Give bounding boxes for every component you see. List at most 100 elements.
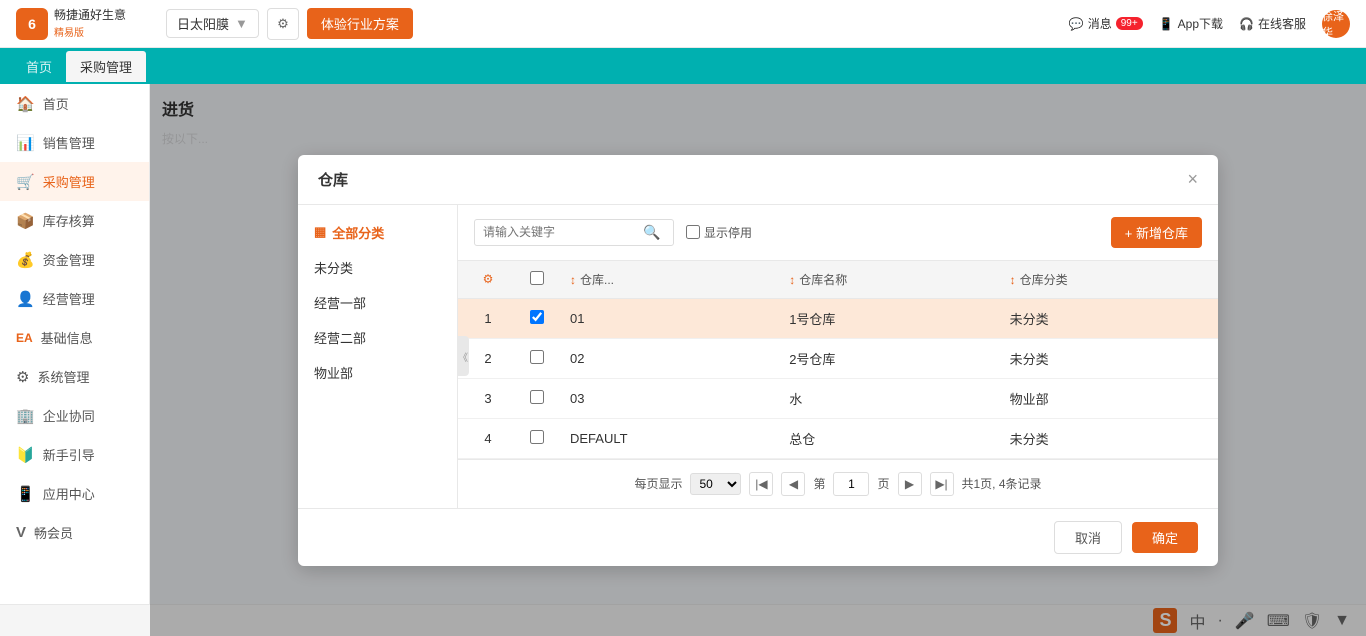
category-item-all[interactable]: ▦ 全部分类: [298, 215, 457, 250]
table-row[interactable]: 3 03 水 物业部: [458, 378, 1218, 418]
sidebar-item-finance[interactable]: 💰 资金管理: [0, 240, 149, 279]
row-checkbox[interactable]: [530, 390, 544, 404]
customer-service-item[interactable]: 🎧 在线客服: [1239, 15, 1306, 32]
nav-tab-purchase[interactable]: 采购管理: [66, 51, 146, 82]
sidebar-item-sales[interactable]: 📊 销售管理: [0, 123, 149, 162]
sidebar-item-home[interactable]: 🏠 首页: [0, 84, 149, 123]
row-name: 水: [777, 378, 997, 418]
sidebar-item-purchase[interactable]: 🛒 采购管理: [0, 162, 149, 201]
nav-tab-home[interactable]: 首页: [12, 51, 66, 82]
main-layout: 🏠 首页 📊 销售管理 🛒 采购管理 📦 库存核算 💰 资金管理 👤 经营管理 …: [0, 84, 1366, 636]
show-disabled-label: 显示停用: [686, 224, 752, 241]
row-category: 未分类: [998, 418, 1218, 458]
sidebar-item-operations[interactable]: 👤 经营管理: [0, 279, 149, 318]
store-selector[interactable]: 日太阳膜 ▼: [166, 9, 259, 38]
category-sidebar: ▦ 全部分类 未分类 经营一部 经营二部 物业部: [298, 205, 458, 508]
settings-button[interactable]: ⚙: [267, 8, 299, 40]
show-disabled-checkbox[interactable]: [686, 225, 700, 239]
table-toolbar: 🔍 显示停用 + 新增仓库: [458, 205, 1218, 261]
cat-item-label: 经营二部: [314, 328, 366, 347]
notification-item[interactable]: 💬 消息 99+: [1069, 15, 1143, 32]
row-checkbox-cell: [518, 378, 558, 418]
cat-item-label: 全部分类: [332, 223, 384, 242]
trial-button[interactable]: 体验行业方案: [307, 8, 413, 39]
sidebar-item-member[interactable]: V 畅会员: [0, 513, 149, 552]
sidebar-item-label: 销售管理: [43, 133, 95, 152]
page-input[interactable]: [833, 472, 869, 496]
table-row[interactable]: 4 DEFAULT 总仓 未分类: [458, 418, 1218, 458]
sidebar: 🏠 首页 📊 销售管理 🛒 采购管理 📦 库存核算 💰 资金管理 👤 经营管理 …: [0, 84, 150, 636]
row-num: 3: [458, 378, 518, 418]
sidebar-item-inventory[interactable]: 📦 库存核算: [0, 201, 149, 240]
category-item-property[interactable]: 物业部: [298, 355, 457, 390]
select-all-checkbox[interactable]: [530, 271, 544, 285]
search-icon[interactable]: 🔍: [643, 224, 660, 241]
row-name: 2号仓库: [777, 338, 997, 378]
cancel-button[interactable]: 取消: [1054, 521, 1122, 554]
add-warehouse-button[interactable]: + 新增仓库: [1111, 217, 1202, 248]
prev-page-button[interactable]: ◀: [781, 472, 805, 496]
search-input[interactable]: [483, 225, 643, 239]
user-item[interactable]: 徐泽华: [1322, 10, 1350, 38]
row-num: 4: [458, 418, 518, 458]
header-middle: 日太阳膜 ▼ ⚙ 体验行业方案: [166, 8, 1069, 40]
next-page-button[interactable]: ▶: [898, 472, 922, 496]
per-page-select[interactable]: 50 100 200: [690, 473, 741, 495]
purchase-icon: 🛒: [16, 173, 35, 191]
category-item-ops1[interactable]: 经营一部: [298, 285, 457, 320]
th-name: ↕仓库名称: [777, 261, 997, 299]
category-item-none[interactable]: 未分类: [298, 250, 457, 285]
sidebar-item-enterprise[interactable]: 🏢 企业协同: [0, 396, 149, 435]
modal-header: 仓库 ×: [298, 155, 1218, 205]
settings-col-icon: ⚙: [483, 272, 494, 286]
th-category: ↕仓库分类: [998, 261, 1218, 299]
row-checkbox[interactable]: [530, 430, 544, 444]
row-checkbox[interactable]: [530, 350, 544, 364]
sidebar-item-system[interactable]: ⚙ 系统管理: [0, 357, 149, 396]
finance-icon: 💰: [16, 251, 35, 269]
sidebar-item-label: 畅会员: [34, 523, 73, 542]
category-collapse-button[interactable]: 《: [457, 336, 469, 376]
header-right: 💬 消息 99+ 📱 App下载 🎧 在线客服 徐泽华: [1069, 10, 1350, 38]
modal-close-button[interactable]: ×: [1187, 169, 1198, 190]
cat-item-label: 未分类: [314, 258, 353, 277]
row-code: 03: [558, 378, 777, 418]
table-row[interactable]: 2 02 2号仓库 未分类: [458, 338, 1218, 378]
row-code: 01: [558, 298, 777, 338]
grid-icon: ▦: [314, 224, 326, 240]
first-page-button[interactable]: |◀: [749, 472, 773, 496]
sidebar-item-label: 新手引导: [43, 445, 95, 464]
warehouse-modal: 仓库 × ▦ 全部分类 未分类 经营一: [298, 155, 1218, 566]
row-num: 1: [458, 298, 518, 338]
table-row[interactable]: 1 01 1号仓库 未分类: [458, 298, 1218, 338]
th-checkbox: [518, 261, 558, 299]
cat-item-label: 经营一部: [314, 293, 366, 312]
sidebar-item-guide[interactable]: 🔰 新手引导: [0, 435, 149, 474]
app-download-item[interactable]: 📱 App下载: [1159, 15, 1223, 32]
modal-title: 仓库: [318, 169, 348, 190]
table-area: 🔍 显示停用 + 新增仓库: [458, 205, 1218, 508]
top-header: 6 畅捷通好生意 精易版 日太阳膜 ▼ ⚙ 体验行业方案 💬 消息 99+ 📱 …: [0, 0, 1366, 48]
total-info: 共1页, 4条记录: [962, 475, 1042, 492]
logo-badge: 精易版: [54, 24, 126, 39]
enterprise-icon: 🏢: [16, 407, 35, 425]
row-code: 02: [558, 338, 777, 378]
dropdown-arrow-icon: ▼: [235, 16, 248, 31]
confirm-button[interactable]: 确定: [1132, 522, 1198, 553]
sidebar-item-label: 基础信息: [41, 328, 93, 347]
pagination: 每页显示 50 100 200 |◀ ◀ 第 页 ▶: [458, 459, 1218, 508]
last-page-button[interactable]: ▶|: [930, 472, 954, 496]
row-checkbox-cell: [518, 298, 558, 338]
sidebar-item-label: 库存核算: [43, 211, 95, 230]
app-icon: 📱: [1159, 17, 1174, 31]
home-icon: 🏠: [16, 95, 35, 113]
category-item-ops2[interactable]: 经营二部: [298, 320, 457, 355]
operations-icon: 👤: [16, 290, 35, 308]
page-label: 第: [813, 475, 825, 492]
sort-icon: ↕: [570, 273, 576, 287]
row-checkbox-cell: [518, 418, 558, 458]
sidebar-item-basic-info[interactable]: EA 基础信息: [0, 318, 149, 357]
row-checkbox[interactable]: [530, 310, 544, 324]
sidebar-item-app-center[interactable]: 📱 应用中心: [0, 474, 149, 513]
page-unit: 页: [877, 475, 889, 492]
